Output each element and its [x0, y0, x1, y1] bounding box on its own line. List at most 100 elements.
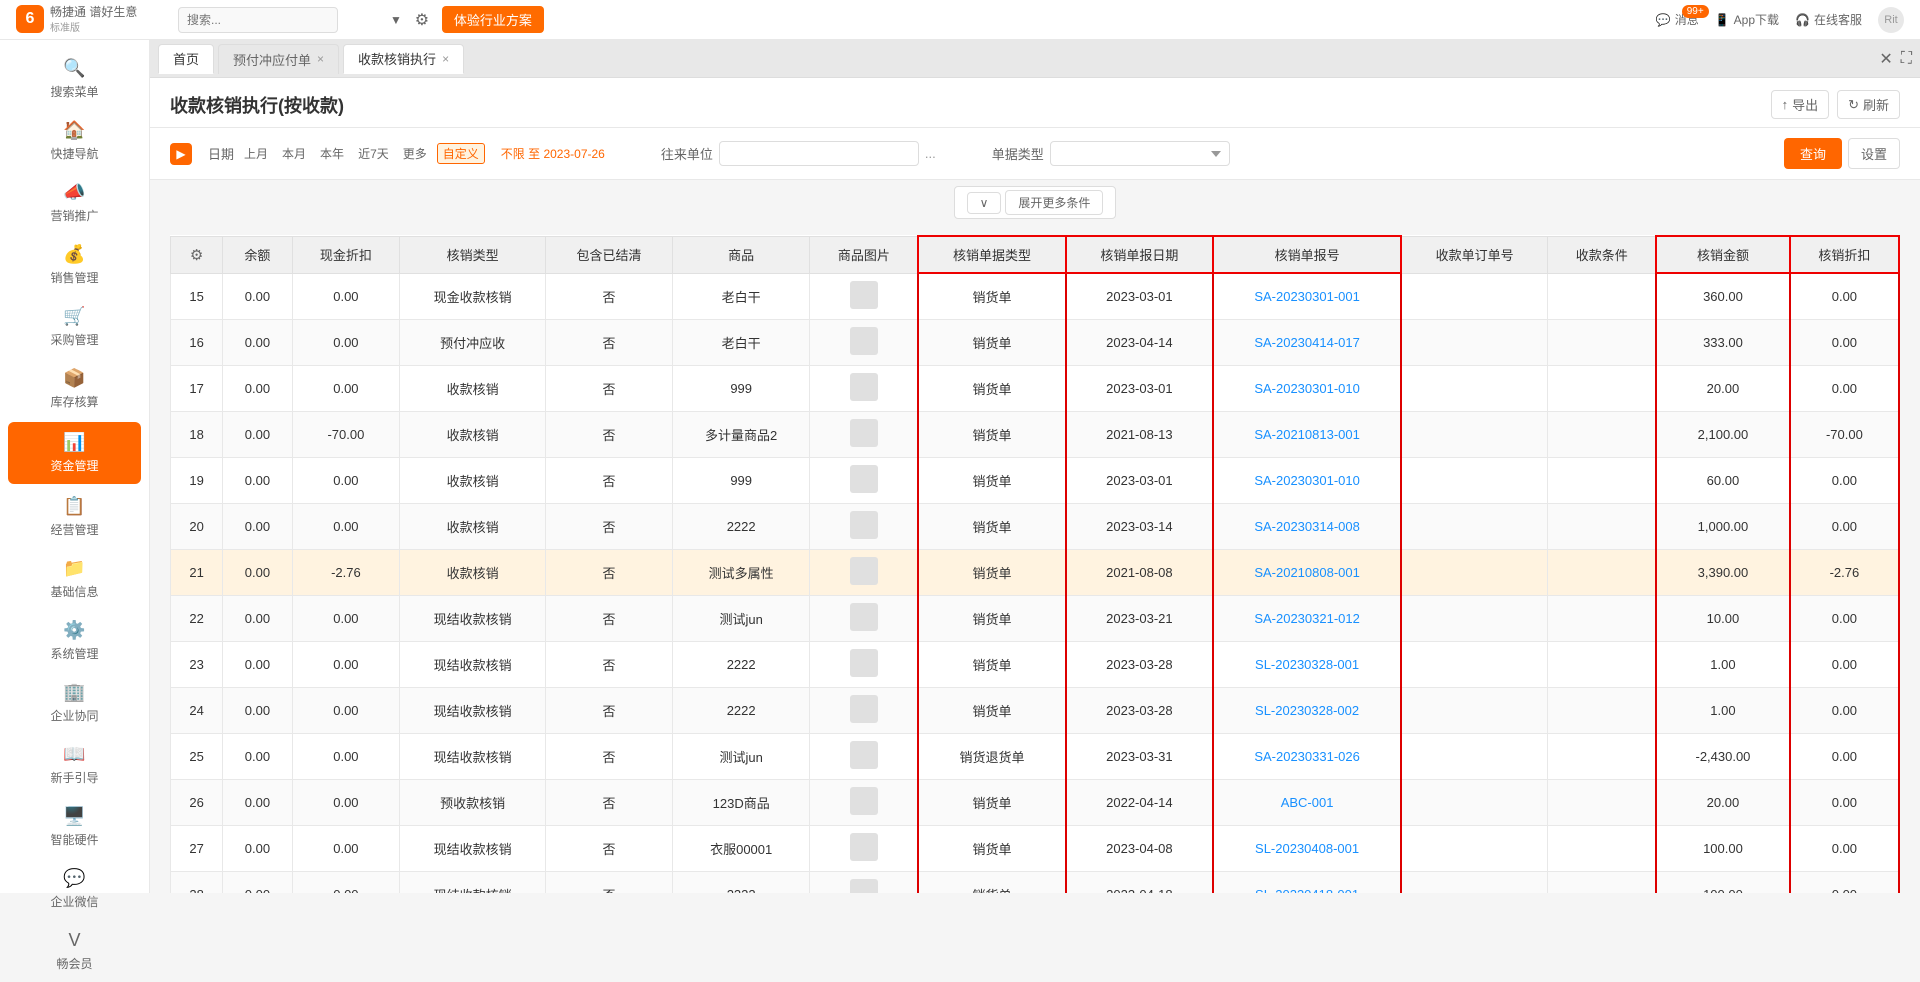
gear-button[interactable]: ⚙	[410, 8, 434, 32]
sidebar-item-search[interactable]: 🔍 搜索菜单	[0, 48, 149, 110]
dropdown-toggle[interactable]: ▼	[390, 13, 402, 27]
table-cell-receipt-condition	[1548, 779, 1656, 825]
table-cell-cancel-doc-no: SA-20230331-026	[1213, 733, 1401, 779]
cancel-doc-no-link[interactable]: SA-20230301-001	[1254, 289, 1360, 304]
date-opt-7days[interactable]: 近7天	[354, 143, 393, 164]
expand-conditions-bar[interactable]: ∨ 展开更多条件	[150, 180, 1920, 225]
tab-bar: 首页 预付冲应付单 × 收款核销执行 × ✕ ⛶	[150, 40, 1920, 78]
table-cell-cancel-doc-date: 2023-03-31	[1066, 733, 1213, 779]
expand-arrow[interactable]: ▶	[170, 143, 192, 165]
sidebar-item-operations[interactable]: 📋 经营管理	[0, 486, 149, 548]
date-opt-this-month[interactable]: 本月	[278, 143, 310, 164]
tab-home[interactable]: 首页	[158, 44, 214, 74]
sidebar-item-member[interactable]: V 畅会员	[0, 920, 149, 982]
from-unit-input[interactable]	[719, 141, 919, 166]
top-bar-actions: ▼ ⚙ 体验行业方案	[390, 6, 1644, 33]
table-cell-cancel-type: 现结收款核销	[400, 687, 546, 733]
table-cell-cash-discount: 0.00	[292, 457, 400, 503]
table-cell-balance: 0.00	[223, 687, 292, 733]
sidebar-item-inventory[interactable]: 📦 库存核算	[0, 358, 149, 420]
table-cell-cancel-discount: -70.00	[1790, 411, 1899, 457]
sidebar-item-basicinfo[interactable]: 📁 基础信息	[0, 548, 149, 610]
home-icon: 🏠	[63, 120, 85, 141]
table-cell-cancel-type: 预收款核销	[400, 779, 546, 825]
table-cell-index: 24	[171, 687, 223, 733]
cancel-doc-no-link[interactable]: SA-20230331-026	[1254, 749, 1360, 764]
table-cell-index: 27	[171, 825, 223, 871]
sidebar-item-wechat[interactable]: 💬 企业微信	[0, 858, 149, 920]
cancel-doc-no-link[interactable]: SL-20230408-001	[1255, 841, 1359, 856]
tab-fullscreen-button[interactable]: ⛶	[1901, 49, 1912, 69]
doc-type-select[interactable]	[1050, 141, 1230, 166]
table-cell-goods-image	[810, 273, 918, 319]
sidebar-item-hardware[interactable]: 🖥️ 智能硬件	[0, 796, 149, 858]
sidebar-item-sales[interactable]: 💰 销售管理	[0, 234, 149, 296]
export-button[interactable]: ↑ 导出	[1771, 90, 1830, 119]
query-button[interactable]: 查询	[1784, 138, 1842, 169]
tab-prepay-close[interactable]: ×	[317, 52, 324, 66]
table-cell-cancel-type: 收款核销	[400, 457, 546, 503]
refresh-button[interactable]: ↻ 刷新	[1837, 90, 1900, 119]
table-cell-receipt-condition	[1548, 549, 1656, 595]
date-opt-last-month[interactable]: 上月	[240, 143, 272, 164]
table-cell-goods: 衣服00001	[672, 825, 809, 871]
avatar[interactable]: Rit	[1878, 7, 1904, 33]
cancel-doc-no-link[interactable]: SA-20210813-001	[1254, 427, 1360, 442]
sidebar-item-marketing[interactable]: 📣 营销推广	[0, 172, 149, 234]
table-cell-goods: 老白干	[672, 273, 809, 319]
cancel-doc-no-link[interactable]: SA-20230314-008	[1254, 519, 1360, 534]
product-thumbnail	[850, 695, 878, 723]
table-cell-include-closed: 否	[546, 503, 673, 549]
online-service-link[interactable]: 🎧 在线客服	[1795, 11, 1862, 28]
cancel-doc-no-link[interactable]: SA-20230301-010	[1254, 473, 1360, 488]
table-cell-cancel-type: 现结收款核销	[400, 595, 546, 641]
sidebar-item-system[interactable]: ⚙️ 系统管理	[0, 610, 149, 672]
date-opt-this-year[interactable]: 本年	[316, 143, 348, 164]
col-cancel-amount: 核销金额	[1656, 236, 1790, 273]
table-cell-cancel-amount: 333.00	[1656, 319, 1790, 365]
table-cell-balance: 0.00	[223, 503, 292, 549]
sidebar-item-purchase[interactable]: 🛒 采购管理	[0, 296, 149, 358]
date-opt-custom[interactable]: 自定义	[437, 143, 485, 164]
cancel-doc-no-link[interactable]: SA-20230301-010	[1254, 381, 1360, 396]
sidebar-item-newbie[interactable]: 📖 新手引导	[0, 734, 149, 796]
tab-collection[interactable]: 收款核销执行 ×	[343, 44, 464, 74]
table-cell-cash-discount: 0.00	[292, 365, 400, 411]
table-cell-cancel-doc-type: 销货单	[918, 779, 1065, 825]
tab-prepay[interactable]: 预付冲应付单 ×	[218, 44, 339, 74]
table-cell-cash-discount: 0.00	[292, 733, 400, 779]
table-cell-goods-image	[810, 871, 918, 893]
col-settings[interactable]: ⚙	[171, 236, 223, 273]
settings-col-icon[interactable]: ⚙	[190, 247, 203, 264]
table-cell-cancel-doc-type: 销货单	[918, 503, 1065, 549]
tab-collection-close[interactable]: ×	[442, 52, 449, 66]
notification-badge: 99+	[1682, 5, 1709, 18]
table-cell-balance: 0.00	[223, 411, 292, 457]
search-input[interactable]	[178, 7, 338, 33]
notification-bell[interactable]: 💬 消息 99+	[1656, 11, 1699, 28]
date-options: 上月 本月 本年 近7天 更多 自定义	[240, 143, 485, 164]
cancel-doc-no-link[interactable]: SA-20230414-017	[1254, 335, 1360, 350]
sidebar-item-enterprise[interactable]: 🏢 企业协同	[0, 672, 149, 734]
cancel-doc-no-link[interactable]: SA-20230321-012	[1254, 611, 1360, 626]
date-opt-more[interactable]: 更多	[399, 143, 431, 164]
cancel-doc-no-link[interactable]: SL-20230418-001	[1255, 887, 1359, 894]
table-cell-goods-image	[810, 595, 918, 641]
setting-button[interactable]: 设置	[1848, 138, 1900, 169]
cancel-doc-no-link[interactable]: ABC-001	[1281, 795, 1334, 810]
table-row: 28 0.00 0.00 现结收款核销 否 2222 销货单 2023-04-1…	[171, 871, 1900, 893]
tab-close-window-button[interactable]: ✕	[1879, 49, 1892, 69]
cancel-doc-no-link[interactable]: SL-20230328-002	[1255, 703, 1359, 718]
industry-solution-button[interactable]: 体验行业方案	[442, 6, 544, 33]
cancel-doc-no-link[interactable]: SA-20210808-001	[1254, 565, 1360, 580]
table-cell-goods-image	[810, 319, 918, 365]
table-cell-cash-discount: 0.00	[292, 687, 400, 733]
sidebar-item-quicknav[interactable]: 🏠 快捷导航	[0, 110, 149, 172]
table-cell-cancel-doc-no: SL-20230408-001	[1213, 825, 1401, 871]
cancel-doc-no-link[interactable]: SL-20230328-001	[1255, 657, 1359, 672]
table-cell-include-closed: 否	[546, 687, 673, 733]
app-download-link[interactable]: 📱 App下载	[1715, 11, 1779, 28]
table-cell-cash-discount: 0.00	[292, 503, 400, 549]
sidebar-item-finance[interactable]: 📊 资金管理	[8, 422, 141, 484]
product-thumbnail	[850, 327, 878, 355]
